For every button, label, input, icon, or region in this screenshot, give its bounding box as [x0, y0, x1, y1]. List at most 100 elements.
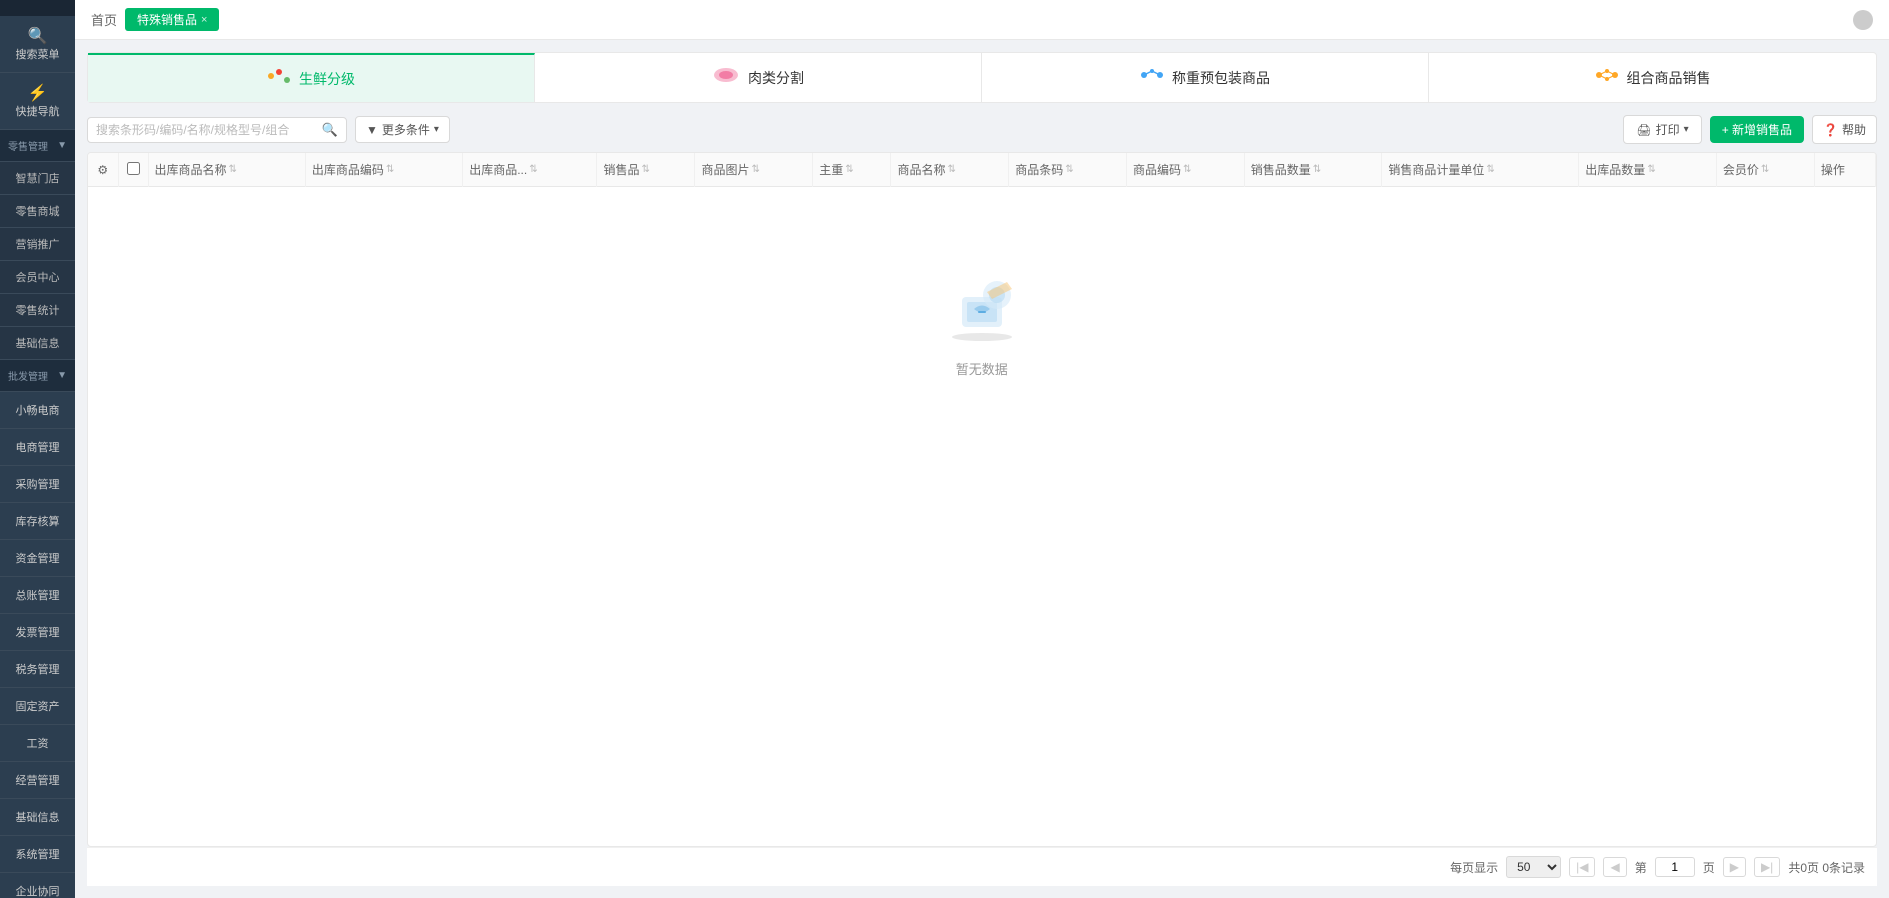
page-last-button[interactable]: ▶| [1754, 857, 1780, 877]
sidebar-item-basic-info[interactable]: 基础信息 [0, 327, 75, 360]
page-size-select[interactable]: 10 20 50 100 [1506, 856, 1561, 878]
sidebar-section-retail[interactable]: 零售管理 ▼ [0, 130, 75, 162]
toolbar: 🔍 ▼ 更多条件 ▾ 🖨 打印 ▾ + 新增销售品 ❓ [87, 115, 1877, 144]
top-bar: 首页 特殊销售品 × [75, 0, 1889, 40]
sidebar-section-wholesale[interactable]: 批发管理 ▼ [0, 360, 75, 392]
filter-button[interactable]: ▼ 更多条件 ▾ [355, 116, 450, 143]
sidebar-item-promo[interactable]: 营销推广 [0, 228, 75, 261]
col-product-code[interactable]: 商品编码 ⇅ [1127, 153, 1245, 187]
sort-icon-sale-unit: ⇅ [1486, 164, 1494, 175]
select-all-checkbox[interactable] [127, 162, 140, 175]
sidebar-item-inventory[interactable]: 库存核算 [0, 503, 75, 540]
search-input[interactable] [96, 123, 322, 137]
col-settings[interactable]: ⚙ [88, 153, 118, 187]
sort-icon-main-weight: ⇅ [845, 164, 853, 175]
table-header-row: ⚙ 出库商品名称 ⇅ 出库商 [88, 153, 1876, 187]
meat-cut-icon [712, 66, 740, 90]
sidebar-item-sys-mgmt[interactable]: 系统管理 [0, 836, 75, 873]
page-total-label: 页 [1703, 859, 1715, 876]
sidebar-item-retail-stats[interactable]: 零售统计 [0, 294, 75, 327]
sidebar-item-invoice[interactable]: 发票管理 [0, 614, 75, 651]
table-container: ⚙ 出库商品名称 ⇅ 出库商 [87, 152, 1877, 847]
tab-combo-sales[interactable]: 组合商品销售 [1429, 53, 1876, 102]
sidebar-item-enterprise[interactable]: 企业协同 [0, 873, 75, 898]
col-sale-quantity[interactable]: 销售品数量 ⇅ [1244, 153, 1382, 187]
search-icon[interactable]: 🔍 [322, 122, 338, 138]
sort-icon-member-price: ⇅ [1761, 164, 1769, 175]
filter-icon: ▼ [366, 123, 378, 137]
sidebar-item-retail-mall[interactable]: 零售商城 [0, 195, 75, 228]
tab-meat-cut[interactable]: 肉类分割 [535, 53, 982, 102]
sidebar-item-smart-store[interactable]: 智慧门店 [0, 162, 75, 195]
main-content: 首页 特殊销售品 × 生鲜分级 肉类分割 [75, 0, 1889, 898]
new-product-button[interactable]: + 新增销售品 [1710, 116, 1804, 143]
tab-close-icon[interactable]: × [201, 14, 207, 26]
toolbar-left: 🔍 ▼ 更多条件 ▾ [87, 116, 450, 143]
page-label: 第 [1635, 859, 1647, 876]
active-tab[interactable]: 特殊销售品 × [125, 8, 219, 31]
sort-icon-product-code: ⇅ [1183, 164, 1191, 175]
page-first-button[interactable]: |◀ [1569, 857, 1595, 877]
help-button[interactable]: ❓ 帮助 [1812, 115, 1877, 144]
sidebar-item-wages[interactable]: 工资 [0, 725, 75, 762]
sidebar-logo [0, 0, 75, 16]
sidebar-item-member-center[interactable]: 会员中心 [0, 261, 75, 294]
sidebar: 🔍 搜索菜单 ⚡ 快捷导航 零售管理 ▼ 智慧门店 零售商城 营销推广 会员中心… [0, 0, 75, 898]
sort-icon-out-product-name: ⇅ [229, 164, 237, 175]
page-size-label: 每页显示 [1450, 859, 1498, 876]
sidebar-item-tax[interactable]: 税务管理 [0, 651, 75, 688]
col-sale-unit[interactable]: 销售商品计量单位 ⇅ [1382, 153, 1579, 187]
col-out-product-code[interactable]: 出库商品编码 ⇅ [305, 153, 462, 187]
breadcrumb-home[interactable]: 首页 [91, 10, 117, 29]
page-number-input[interactable] [1655, 857, 1695, 877]
sidebar-item-ecom-mgmt[interactable]: 电商管理 [0, 429, 75, 466]
sidebar-item-ops-mgmt[interactable]: 经营管理 [0, 762, 75, 799]
col-checkbox[interactable] [118, 153, 148, 187]
sort-icon-product-name: ⇅ [947, 164, 955, 175]
tab-weight-prepack[interactable]: 称重预包装商品 [982, 53, 1429, 102]
sidebar-item-purchase-mgmt[interactable]: 采购管理 [0, 466, 75, 503]
search-box[interactable]: 🔍 [87, 117, 347, 143]
empty-state: 暂无数据 [88, 187, 1876, 458]
col-product-barcode[interactable]: 商品条码 ⇅ [1009, 153, 1127, 187]
sidebar-item-mini-ecom[interactable]: 小畅电商 [0, 392, 75, 429]
retail-expand-icon: ▼ [57, 140, 67, 151]
weight-prepack-icon [1140, 66, 1164, 89]
user-avatar[interactable] [1853, 10, 1873, 30]
sidebar-item-finance[interactable]: 资金管理 [0, 540, 75, 577]
sidebar-item-quick-nav[interactable]: ⚡ 快捷导航 [0, 73, 75, 130]
total-records: 共0页 0条记录 [1788, 859, 1865, 876]
col-out-product-name[interactable]: 出库商品名称 ⇅ [148, 153, 305, 187]
table-body: 暂无数据 [88, 187, 1876, 459]
page-next-button[interactable]: ▶ [1723, 857, 1746, 877]
wholesale-expand-icon: ▼ [57, 370, 67, 381]
col-out-quantity[interactable]: 出库品数量 ⇅ [1579, 153, 1717, 187]
sidebar-item-basic-info2[interactable]: 基础信息 [0, 799, 75, 836]
sidebar-item-fixed-assets[interactable]: 固定资产 [0, 688, 75, 725]
settings-icon[interactable]: ⚙ [97, 163, 108, 177]
col-product-image[interactable]: 商品图片 ⇅ [695, 153, 813, 187]
category-tabs: 生鲜分级 肉类分割 称重预包装商品 组合商品销售 [87, 52, 1877, 103]
col-sale-product[interactable]: 销售品 ⇅ [597, 153, 695, 187]
page-prev-button[interactable]: ◀ [1603, 857, 1626, 877]
sort-icon-product-barcode: ⇅ [1065, 164, 1073, 175]
empty-text: 暂无数据 [956, 359, 1008, 378]
toolbar-right: 🖨 打印 ▾ + 新增销售品 ❓ 帮助 [1623, 115, 1877, 144]
print-button[interactable]: 🖨 打印 ▾ [1623, 115, 1701, 144]
help-icon: ❓ [1823, 123, 1838, 137]
col-out-product-info[interactable]: 出库商品... ⇅ [463, 153, 597, 187]
tab-fresh-grade[interactable]: 生鲜分级 [88, 53, 535, 102]
sort-icon-sale-quantity: ⇅ [1313, 164, 1321, 175]
fresh-grade-icon [267, 67, 291, 90]
sidebar-item-search-menu[interactable]: 🔍 搜索菜单 [0, 16, 75, 73]
col-product-name[interactable]: 商品名称 ⇅ [891, 153, 1009, 187]
sort-icon-product-image: ⇅ [751, 164, 759, 175]
pagination-bar: 每页显示 10 20 50 100 |◀ ◀ 第 页 ▶ ▶| 共0页 0条记录 [87, 847, 1877, 886]
empty-row: 暂无数据 [88, 187, 1876, 459]
col-member-price[interactable]: 会员价 ⇅ [1716, 153, 1814, 187]
sort-icon-out-product-code: ⇅ [386, 164, 394, 175]
col-main-weight[interactable]: 主重 ⇅ [813, 153, 891, 187]
sidebar-item-accounting[interactable]: 总账管理 [0, 577, 75, 614]
filter-chevron-icon: ▾ [434, 124, 439, 135]
sort-icon-out-quantity: ⇅ [1647, 164, 1655, 175]
